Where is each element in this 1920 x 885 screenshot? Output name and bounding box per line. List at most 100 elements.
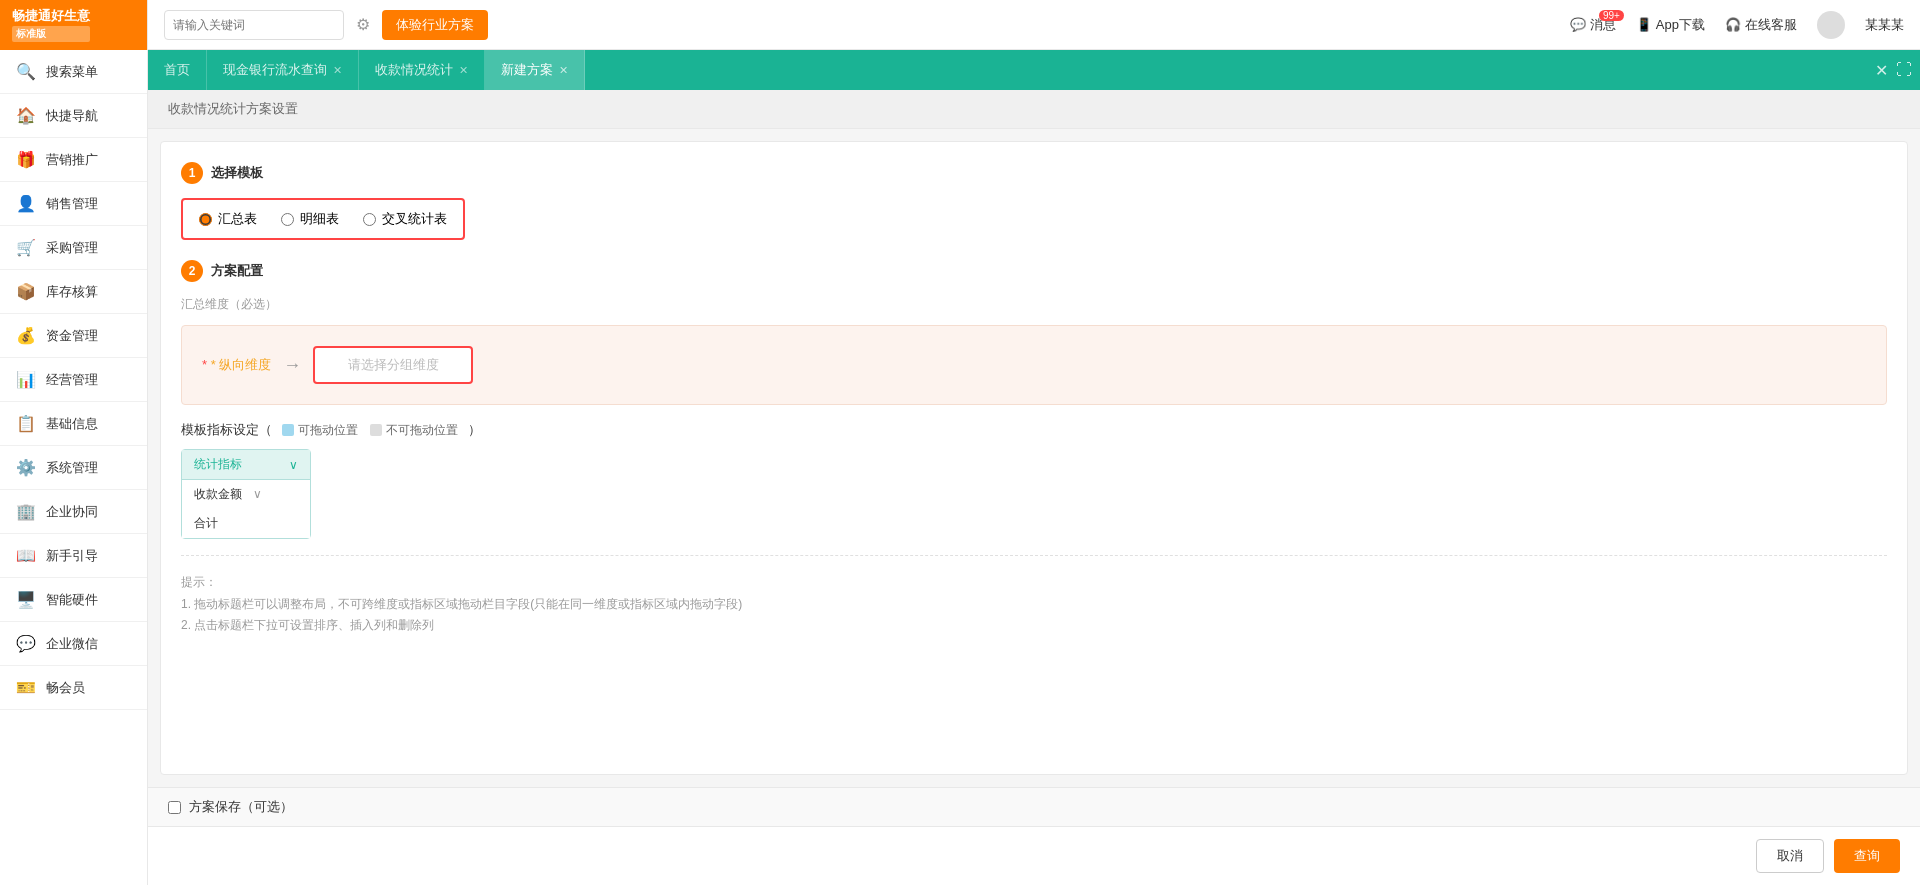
purchase-icon: 🛒 [16, 238, 36, 257]
tab-cash-bank-close[interactable]: ✕ [333, 64, 342, 77]
sidebar: 畅捷通好生意 标准版 🔍 搜索菜单 🏠 快捷导航 🎁 营销推广 👤 销售管理 🛒… [0, 0, 148, 885]
step2-title: 方案配置 [211, 262, 263, 280]
sidebar-item-sales[interactable]: 👤 销售管理 [0, 182, 147, 226]
tab-cash-bank-label: 现金银行流水查询 [223, 61, 327, 79]
topbar-left: ⚙ 体验行业方案 [164, 10, 488, 40]
page-title: 收款情况统计方案设置 [148, 90, 1920, 129]
app-icon: 📱 [1636, 17, 1652, 32]
sidebar-item-marketing[interactable]: 🎁 营销推广 [0, 138, 147, 182]
sidebar-item-label: 营销推广 [46, 151, 98, 169]
tab-home[interactable]: 首页 [148, 50, 207, 90]
row-dropdown-icon[interactable]: ∨ [253, 487, 262, 501]
sidebar-item-label: 销售管理 [46, 195, 98, 213]
metrics-table-header[interactable]: 统计指标 ∨ [182, 450, 310, 480]
step1-title: 选择模板 [211, 164, 263, 182]
search-input[interactable] [164, 10, 344, 40]
member-icon: 🎫 [16, 678, 36, 697]
cancel-button[interactable]: 取消 [1756, 839, 1824, 873]
notification-badge: 99+ [1599, 10, 1624, 21]
metrics-header-label: 统计指标 [194, 456, 242, 473]
industry-btn[interactable]: 体验行业方案 [382, 10, 488, 40]
operation-icon: 📊 [16, 370, 36, 389]
app-download-item[interactable]: 📱 App下载 [1636, 16, 1705, 34]
radio-cross[interactable]: 交叉统计表 [363, 210, 447, 228]
draggable-legend: 可拖动位置 [282, 422, 358, 439]
quick-nav-icon: 🏠 [16, 106, 36, 125]
tab-receipt-stat-close[interactable]: ✕ [459, 64, 468, 77]
sidebar-item-label: 经营管理 [46, 371, 98, 389]
sidebar-item-member[interactable]: 🎫 畅会员 [0, 666, 147, 710]
sidebar-item-system[interactable]: ⚙️ 系统管理 [0, 446, 147, 490]
tab-receipt-stat[interactable]: 收款情况统计 ✕ [359, 50, 485, 90]
sidebar-item-basic-info[interactable]: 📋 基础信息 [0, 402, 147, 446]
sidebar-item-inventory[interactable]: 📦 库存核算 [0, 270, 147, 314]
basic-info-icon: 📋 [16, 414, 36, 433]
metrics-title-label: 模板指标设定（ [181, 421, 272, 439]
tab-new-plan[interactable]: 新建方案 ✕ [485, 50, 585, 90]
sidebar-item-finance[interactable]: 💰 资金管理 [0, 314, 147, 358]
fixed-legend: 不可拖动位置 [370, 422, 458, 439]
sidebar-item-label: 快捷导航 [46, 107, 98, 125]
sidebar-item-label: 新手引导 [46, 547, 98, 565]
draggable-dot [282, 424, 294, 436]
tab-close-all-icon[interactable]: ✕ [1875, 61, 1888, 80]
dimension-select[interactable]: 请选择分组维度 [313, 346, 473, 384]
content-area: 收款情况统计方案设置 1 选择模板 汇总表 明细表 [148, 90, 1920, 885]
step2-section: 2 方案配置 汇总维度（必选） * * 纵向维度 → 请选择分组维度 [181, 260, 1887, 637]
sidebar-item-smart-hardware[interactable]: 🖥️ 智能硬件 [0, 578, 147, 622]
sidebar-item-purchase[interactable]: 🛒 采购管理 [0, 226, 147, 270]
version-badge: 标准版 [12, 26, 90, 42]
metrics-dropdown-icon[interactable]: ∨ [289, 458, 298, 472]
sidebar-logo: 畅捷通好生意 标准版 [0, 0, 147, 50]
radio-detail-label: 明细表 [300, 210, 339, 228]
online-service-label: 在线客服 [1745, 16, 1797, 34]
sidebar-item-new-guide[interactable]: 📖 新手引导 [0, 534, 147, 578]
sidebar-item-label: 库存核算 [46, 283, 98, 301]
marketing-icon: 🎁 [16, 150, 36, 169]
gear-icon[interactable]: ⚙ [356, 15, 370, 34]
notification-item[interactable]: 💬 消息 99+ [1570, 16, 1616, 34]
topbar: ⚙ 体验行业方案 💬 消息 99+ 📱 App下载 🎧 在线客服 某某某 [148, 0, 1920, 50]
metrics-header: 模板指标设定（ 可拖动位置 不可拖动位置 ） [181, 421, 1887, 439]
fixed-label: 不可拖动位置 [386, 422, 458, 439]
dimension-placeholder: 请选择分组维度 [348, 357, 439, 372]
tab-new-plan-label: 新建方案 [501, 61, 553, 79]
template-selection-box: 汇总表 明细表 交叉统计表 [181, 198, 465, 240]
app-download-label: App下载 [1656, 16, 1705, 34]
new-guide-icon: 📖 [16, 546, 36, 565]
radio-cross-input[interactable] [363, 213, 376, 226]
radio-summary[interactable]: 汇总表 [199, 210, 257, 228]
sidebar-item-label: 搜索菜单 [46, 63, 98, 81]
corp-collab-icon: 🏢 [16, 502, 36, 521]
sidebar-item-label: 采购管理 [46, 239, 98, 257]
tip-item-2: 2. 点击标题栏下拉可设置排序、插入列和删除列 [181, 615, 1887, 637]
metrics-legend: 可拖动位置 不可拖动位置 [282, 422, 458, 439]
metrics-title-suffix: ） [468, 421, 481, 439]
user-avatar[interactable] [1817, 11, 1845, 39]
smart-hardware-icon: 🖥️ [16, 590, 36, 609]
query-button[interactable]: 查询 [1834, 839, 1900, 873]
draggable-label: 可拖动位置 [298, 422, 358, 439]
brand-name: 畅捷通好生意 [12, 8, 90, 24]
radio-summary-input[interactable] [199, 213, 212, 226]
step1-badge: 1 [181, 162, 203, 184]
tab-maximize-icon[interactable]: ⛶ [1896, 61, 1912, 79]
sidebar-item-operation[interactable]: 📊 经营管理 [0, 358, 147, 402]
metrics-table: 统计指标 ∨ 收款金额 ∨ 合计 [181, 449, 311, 539]
user-name: 某某某 [1865, 16, 1904, 34]
sidebar-item-corp-wechat[interactable]: 💬 企业微信 [0, 622, 147, 666]
form-area: 1 选择模板 汇总表 明细表 交叉统计表 [160, 141, 1908, 775]
tab-new-plan-close[interactable]: ✕ [559, 64, 568, 77]
tab-cash-bank[interactable]: 现金银行流水查询 ✕ [207, 50, 359, 90]
radio-detail[interactable]: 明细表 [281, 210, 339, 228]
radio-detail-input[interactable] [281, 213, 294, 226]
sidebar-item-corp-collab[interactable]: 🏢 企业协同 [0, 490, 147, 534]
save-checkbox[interactable] [168, 801, 181, 814]
sidebar-item-label: 资金管理 [46, 327, 98, 345]
inventory-icon: 📦 [16, 282, 36, 301]
vertical-dim-label: * * 纵向维度 [202, 356, 271, 374]
sidebar-item-quick-nav[interactable]: 🏠 快捷导航 [0, 94, 147, 138]
sidebar-item-label: 系统管理 [46, 459, 98, 477]
sidebar-item-search-menu[interactable]: 🔍 搜索菜单 [0, 50, 147, 94]
online-service-item[interactable]: 🎧 在线客服 [1725, 16, 1797, 34]
